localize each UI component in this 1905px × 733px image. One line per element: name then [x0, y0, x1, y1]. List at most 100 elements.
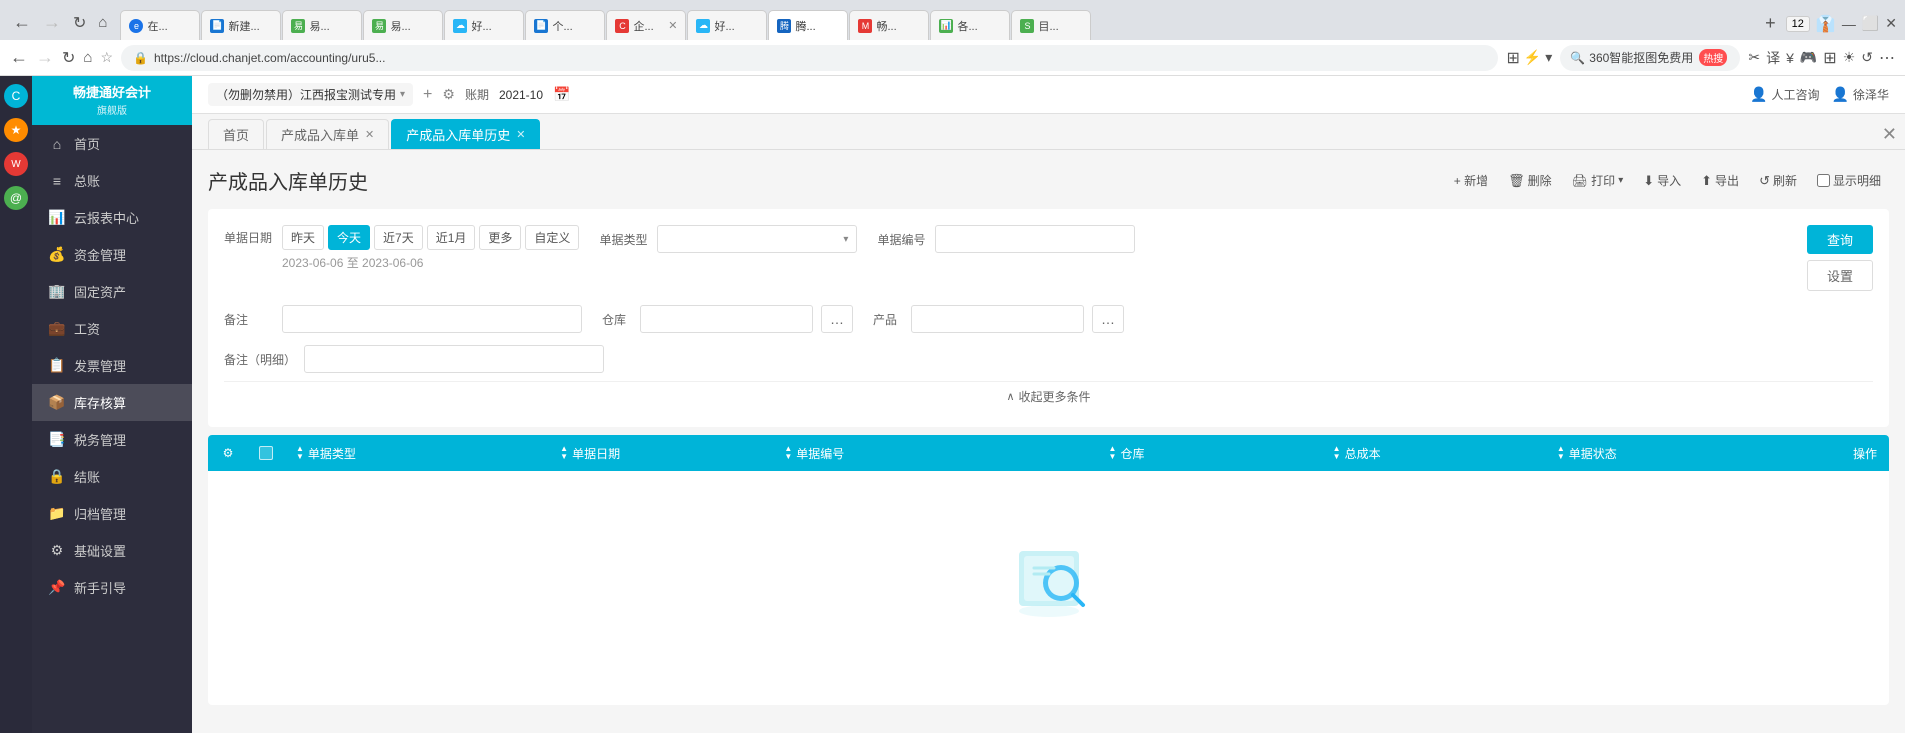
- sidebar-item-funds[interactable]: 💰 资金管理: [32, 236, 192, 273]
- settings-menu-icon[interactable]: ⋯: [1879, 48, 1895, 68]
- type-select-wrapper[interactable]: ▾: [657, 225, 857, 253]
- browser-tab-10[interactable]: M 畅...: [849, 10, 929, 40]
- user-info[interactable]: 👤 徐泽华: [1832, 86, 1889, 103]
- nav-forward[interactable]: →: [36, 47, 54, 68]
- number-input[interactable]: [935, 225, 1135, 253]
- scissors-icon[interactable]: ✂: [1748, 49, 1760, 66]
- profile-button[interactable]: 👔: [1816, 14, 1836, 34]
- maximize-button[interactable]: ⬜: [1862, 15, 1879, 32]
- refresh-button[interactable]: ↺ 刷新: [1751, 168, 1805, 193]
- table-header-number[interactable]: ▲▼ 单据编号: [772, 445, 1096, 462]
- browser-tab-7[interactable]: C 企... ✕: [606, 10, 686, 40]
- import-button[interactable]: ⬇ 导入: [1635, 168, 1689, 193]
- app-icon-star[interactable]: ★: [4, 118, 28, 142]
- add-company-button[interactable]: +: [423, 86, 432, 104]
- table-header-type[interactable]: ▲▼ 单据类型: [284, 445, 548, 462]
- url-bar[interactable]: 🔒 https://cloud.chanjet.com/accounting/u…: [121, 45, 1498, 71]
- date-today-btn[interactable]: 今天: [328, 225, 370, 250]
- dropdown-icon[interactable]: ▾: [1545, 49, 1552, 66]
- filter-settings-button[interactable]: 设置: [1807, 260, 1873, 291]
- table-header-cost[interactable]: ▲▼ 总成本: [1321, 445, 1545, 462]
- app-icon-mail[interactable]: @: [4, 186, 28, 210]
- collapse-btn[interactable]: ∧ 收起更多条件: [224, 381, 1873, 411]
- table-header-gear[interactable]: ⚙: [208, 446, 248, 460]
- company-selector[interactable]: （勿删勿禁用）江西报宝测试专用 ▾: [208, 83, 413, 106]
- minimize-button[interactable]: —: [1842, 16, 1856, 32]
- sidebar-item-archive[interactable]: 📁 归档管理: [32, 495, 192, 532]
- browser-tab-11[interactable]: 📊 各...: [930, 10, 1010, 40]
- table-header-date[interactable]: ▲▼ 单据日期: [548, 445, 772, 462]
- product-input[interactable]: [911, 305, 1084, 333]
- header-checkbox[interactable]: [259, 446, 273, 460]
- back-button[interactable]: ←: [8, 10, 36, 35]
- theme-icon[interactable]: ☀: [1843, 49, 1856, 66]
- home-button[interactable]: ⌂: [93, 12, 112, 33]
- nav-home[interactable]: ⌂: [83, 49, 92, 66]
- product-ellipsis-btn[interactable]: …: [1092, 305, 1124, 333]
- sidebar-item-tax[interactable]: 📑 税务管理: [32, 421, 192, 458]
- warehouse-ellipsis-btn[interactable]: …: [821, 305, 853, 333]
- sidebar-item-ledger[interactable]: ≡ 总账: [32, 162, 192, 199]
- display-detail-checkbox[interactable]: [1817, 174, 1830, 187]
- forward-button[interactable]: →: [38, 10, 66, 35]
- date-custom-btn[interactable]: 自定义: [525, 225, 579, 250]
- browser-tab-1[interactable]: e 在...: [120, 10, 200, 40]
- nav-reload[interactable]: ↻: [62, 48, 75, 68]
- grid-icon[interactable]: ⊞: [1506, 48, 1519, 68]
- browser-tab-12[interactable]: S 目...: [1011, 10, 1091, 40]
- refresh-icon[interactable]: ↺: [1861, 49, 1873, 66]
- date-more-btn[interactable]: 更多: [479, 225, 521, 250]
- page-tab-list-close[interactable]: ✕: [365, 128, 374, 141]
- table-header-checkbox[interactable]: [248, 446, 284, 460]
- tab-7-close[interactable]: ✕: [668, 19, 677, 32]
- sidebar-item-invoice[interactable]: 📋 发票管理: [32, 347, 192, 384]
- remark-input[interactable]: [282, 305, 582, 333]
- page-tab-history[interactable]: 产成品入库单历史 ✕: [391, 119, 540, 149]
- sidebar-item-home[interactable]: ⌂ 首页: [32, 125, 192, 162]
- warehouse-input[interactable]: [640, 305, 813, 333]
- export-button[interactable]: ⬆ 导出: [1693, 168, 1747, 193]
- print-button[interactable]: 🖨 打印 ▾: [1564, 168, 1632, 193]
- reload-button[interactable]: ↻: [68, 11, 91, 35]
- date-yesterday-btn[interactable]: 昨天: [282, 225, 324, 250]
- browser-tab-9[interactable]: 腾 腾...: [768, 10, 848, 40]
- page-tab-list[interactable]: 产成品入库单 ✕: [266, 119, 389, 149]
- table-header-status[interactable]: ▲▼ 单据状态: [1545, 445, 1809, 462]
- sidebar-item-close-books[interactable]: 🔒 结账: [32, 458, 192, 495]
- translate-icon[interactable]: 译: [1766, 48, 1780, 68]
- app-icon-chanjet[interactable]: C: [4, 84, 28, 108]
- sidebar-item-reports[interactable]: 📊 云报表中心: [32, 199, 192, 236]
- browser-tab-6[interactable]: 📄 个...: [525, 10, 605, 40]
- sidebar-item-payroll[interactable]: 💼 工资: [32, 310, 192, 347]
- date-1month-btn[interactable]: 近1月: [427, 225, 476, 250]
- page-tab-home[interactable]: 首页: [208, 119, 264, 149]
- new-tab-button[interactable]: +: [1761, 11, 1780, 36]
- sidebar-item-assets[interactable]: 🏢 固定资产: [32, 273, 192, 310]
- page-tab-history-close[interactable]: ✕: [516, 128, 525, 141]
- browser-tab-3[interactable]: 易 易...: [282, 10, 362, 40]
- service-button[interactable]: 👤 人工咨询: [1750, 86, 1819, 103]
- search-bar[interactable]: 🔍 360智能抠图免费用 热搜: [1560, 45, 1740, 71]
- apps-icon[interactable]: ⊞: [1823, 48, 1836, 68]
- sidebar-item-guide[interactable]: 📌 新手引导: [32, 569, 192, 606]
- remark-detail-input[interactable]: [304, 345, 604, 373]
- bolt-icon[interactable]: ⚡: [1524, 49, 1541, 66]
- add-button[interactable]: + 新增: [1446, 168, 1496, 193]
- sidebar-item-inventory[interactable]: 📦 库存核算: [32, 384, 192, 421]
- panel-close-button[interactable]: ✕: [1882, 124, 1897, 149]
- browser-tab-8[interactable]: ☁ 好...: [687, 10, 767, 40]
- app-icon-weibo[interactable]: W: [4, 152, 28, 176]
- currency-icon[interactable]: ¥: [1786, 50, 1794, 66]
- date-7days-btn[interactable]: 近7天: [374, 225, 423, 250]
- browser-tab-5[interactable]: ☁ 好...: [444, 10, 524, 40]
- table-header-warehouse[interactable]: ▲▼ 仓库: [1097, 445, 1321, 462]
- company-settings-button[interactable]: ⚙: [442, 86, 455, 103]
- calendar-icon[interactable]: 📅: [553, 86, 570, 103]
- game-icon[interactable]: 🎮: [1800, 49, 1817, 66]
- delete-button[interactable]: 🗑 删除: [1500, 168, 1560, 193]
- close-window-button[interactable]: ✕: [1885, 15, 1897, 32]
- query-button[interactable]: 查询: [1807, 225, 1873, 254]
- nav-bookmark[interactable]: ☆: [100, 49, 113, 66]
- nav-back[interactable]: ←: [10, 47, 28, 68]
- browser-tab-4[interactable]: 易 易...: [363, 10, 443, 40]
